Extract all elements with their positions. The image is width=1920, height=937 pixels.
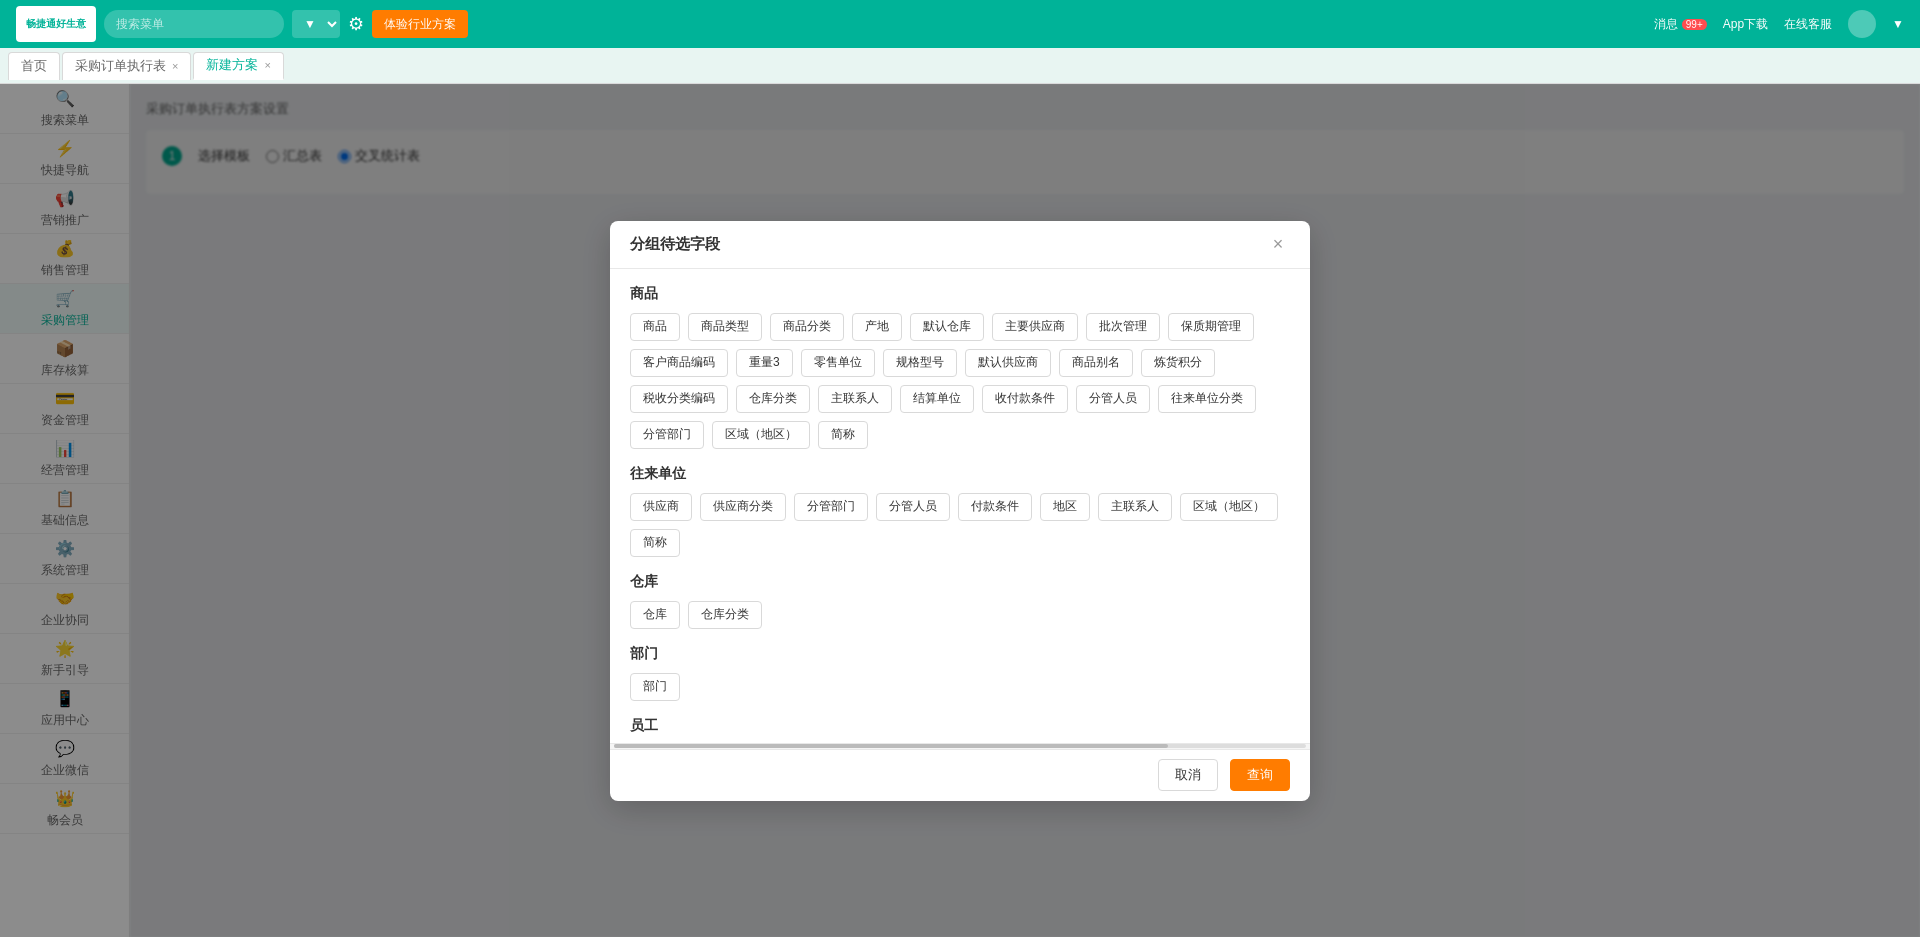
field-tag-supplier-category[interactable]: 供应商分类 (700, 493, 786, 521)
tab-purchase-label: 采购订单执行表 (75, 57, 166, 75)
field-tag-customer-code[interactable]: 客户商品编码 (630, 349, 728, 377)
field-tag-shelf-life[interactable]: 保质期管理 (1168, 313, 1254, 341)
field-tags-warehouse: 仓库 仓库分类 (630, 601, 1290, 629)
modal-overlay: 分组待选字段 × 商品 商品 商品类型 商品分类 产地 默认仓库 主要供应商 批… (0, 84, 1920, 937)
modal-horizontal-scrollbar[interactable] (610, 743, 1310, 749)
tab-new-plan-label: 新建方案 (206, 56, 258, 74)
field-tag-payment-condition[interactable]: 付款条件 (958, 493, 1032, 521)
field-tag-partner-dept[interactable]: 分管部门 (794, 493, 868, 521)
field-tag-batch-mgmt[interactable]: 批次管理 (1086, 313, 1160, 341)
field-tags-department: 部门 (630, 673, 1290, 701)
tab-purchase-close[interactable]: × (172, 60, 178, 72)
app-logo: 畅捷通好生意 (16, 6, 96, 42)
field-tag-supervisor[interactable]: 分管人员 (1076, 385, 1150, 413)
field-tag-tax-code[interactable]: 税收分类编码 (630, 385, 728, 413)
settings-icon[interactable]: ⚙ (348, 13, 364, 35)
online-service-link[interactable]: 在线客服 (1784, 16, 1832, 33)
field-group-warehouse-title: 仓库 (630, 573, 1290, 591)
modal-close-btn[interactable]: × (1266, 232, 1290, 256)
field-tag-partner-short[interactable]: 简称 (630, 529, 680, 557)
field-tag-supplier[interactable]: 供应商 (630, 493, 692, 521)
field-group-product: 商品 商品 商品类型 商品分类 产地 默认仓库 主要供应商 批次管理 保质期管理… (630, 285, 1290, 449)
field-tag-product-category[interactable]: 商品分类 (770, 313, 844, 341)
field-tag-points[interactable]: 炼货积分 (1141, 349, 1215, 377)
tab-purchase-list[interactable]: 采购订单执行表 × (62, 52, 191, 80)
tab-new-plan[interactable]: 新建方案 × (193, 52, 283, 80)
field-tag-default-supplier[interactable]: 默认供应商 (965, 349, 1051, 377)
field-tag-product-type[interactable]: 商品类型 (688, 313, 762, 341)
tab-home-label: 首页 (21, 57, 47, 75)
field-tag-spec-model[interactable]: 规格型号 (883, 349, 957, 377)
field-group-warehouse: 仓库 仓库 仓库分类 (630, 573, 1290, 629)
field-tag-main-supplier[interactable]: 主要供应商 (992, 313, 1078, 341)
field-tag-origin[interactable]: 产地 (852, 313, 902, 341)
nav-dropdown[interactable]: ▼ (292, 10, 340, 38)
field-tags-partner: 供应商 供应商分类 分管部门 分管人员 付款条件 地区 主联系人 区域（地区） … (630, 493, 1290, 557)
field-tag-product[interactable]: 商品 (630, 313, 680, 341)
field-tag-default-warehouse[interactable]: 默认仓库 (910, 313, 984, 341)
top-navigation: 畅捷通好生意 ▼ ⚙ 体验行业方案 消息 99+ App下载 在线客服 ▼ (0, 0, 1920, 48)
field-tag-region[interactable]: 区域（地区） (712, 421, 810, 449)
field-tag-area[interactable]: 地区 (1040, 493, 1090, 521)
field-tag-partner-contact[interactable]: 主联系人 (1098, 493, 1172, 521)
tab-home[interactable]: 首页 (8, 52, 60, 80)
cancel-button[interactable]: 取消 (1158, 759, 1218, 791)
field-group-employee-title: 员工 (630, 717, 1290, 735)
field-tag-short-name[interactable]: 简称 (818, 421, 868, 449)
field-tag-settlement-unit[interactable]: 结算单位 (900, 385, 974, 413)
field-group-employee: 员工 业务员 (630, 717, 1290, 743)
field-tag-partner-supervisor[interactable]: 分管人员 (876, 493, 950, 521)
field-tag-main-contact[interactable]: 主联系人 (818, 385, 892, 413)
app-download-link[interactable]: App下载 (1723, 16, 1768, 33)
field-tag-warehouse-cat[interactable]: 仓库分类 (688, 601, 762, 629)
field-tag-warehouse-category[interactable]: 仓库分类 (736, 385, 810, 413)
tab-bar: 首页 采购订单执行表 × 新建方案 × (0, 48, 1920, 84)
field-tag-partner-region[interactable]: 区域（地区） (1180, 493, 1278, 521)
field-group-partner: 往来单位 供应商 供应商分类 分管部门 分管人员 付款条件 地区 主联系人 区域… (630, 465, 1290, 557)
message-area[interactable]: 消息 99+ (1654, 16, 1706, 33)
modal-body[interactable]: 商品 商品 商品类型 商品分类 产地 默认仓库 主要供应商 批次管理 保质期管理… (610, 269, 1310, 743)
menu-search-input[interactable] (104, 10, 284, 38)
tab-new-plan-close[interactable]: × (264, 59, 270, 71)
field-group-product-title: 商品 (630, 285, 1290, 303)
field-group-partner-title: 往来单位 (630, 465, 1290, 483)
user-dropdown-arrow[interactable]: ▼ (1892, 17, 1904, 31)
field-tag-payment-terms[interactable]: 收付款条件 (982, 385, 1068, 413)
field-group-department-title: 部门 (630, 645, 1290, 663)
field-group-department: 部门 部门 (630, 645, 1290, 701)
user-avatar[interactable] (1848, 10, 1876, 38)
confirm-button[interactable]: 查询 (1230, 759, 1290, 791)
top-right-area: 消息 99+ App下载 在线客服 ▼ (1654, 10, 1904, 38)
modal-footer: 取消 查询 (610, 749, 1310, 801)
modal-header: 分组待选字段 × (610, 221, 1310, 269)
field-tag-retail-unit[interactable]: 零售单位 (801, 349, 875, 377)
field-tag-partner-category[interactable]: 往来单位分类 (1158, 385, 1256, 413)
field-select-modal: 分组待选字段 × 商品 商品 商品类型 商品分类 产地 默认仓库 主要供应商 批… (610, 221, 1310, 801)
modal-title: 分组待选字段 (630, 235, 720, 254)
field-tag-warehouse[interactable]: 仓库 (630, 601, 680, 629)
field-tags-product: 商品 商品类型 商品分类 产地 默认仓库 主要供应商 批次管理 保质期管理 客户… (630, 313, 1290, 449)
experience-btn[interactable]: 体验行业方案 (372, 10, 468, 38)
field-tag-dept[interactable]: 分管部门 (630, 421, 704, 449)
field-tag-weight3[interactable]: 重量3 (736, 349, 793, 377)
field-tag-product-alias[interactable]: 商品别名 (1059, 349, 1133, 377)
field-tag-department[interactable]: 部门 (630, 673, 680, 701)
